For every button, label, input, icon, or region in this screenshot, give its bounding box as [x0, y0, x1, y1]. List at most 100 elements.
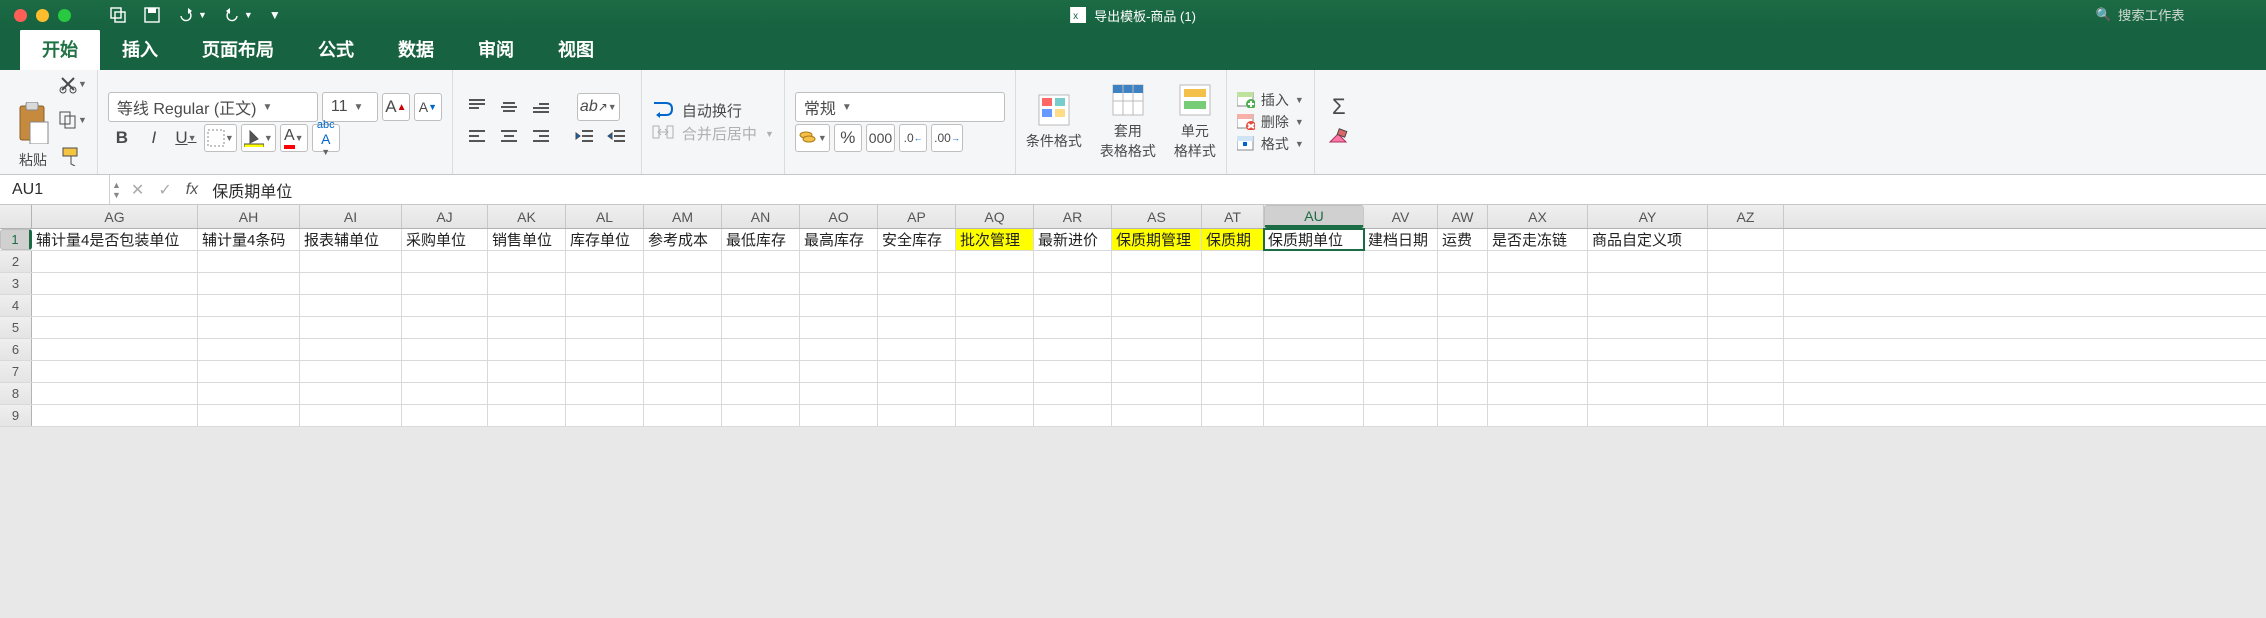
- cell-AL2[interactable]: [566, 251, 644, 272]
- column-header-AJ[interactable]: AJ: [402, 205, 488, 228]
- cell-AR2[interactable]: [1034, 251, 1112, 272]
- cell-AV9[interactable]: [1364, 405, 1438, 426]
- column-header-AX[interactable]: AX: [1488, 205, 1588, 228]
- cell-AM1[interactable]: 参考成本: [644, 229, 722, 250]
- cell-AK1[interactable]: 销售单位: [488, 229, 566, 250]
- cell-AV7[interactable]: [1364, 361, 1438, 382]
- cell-AT3[interactable]: [1202, 273, 1264, 294]
- cell-AG7[interactable]: [32, 361, 198, 382]
- align-bottom-button[interactable]: [527, 93, 555, 121]
- column-header-AQ[interactable]: AQ: [956, 205, 1034, 228]
- cell-AY4[interactable]: [1588, 295, 1708, 316]
- cell-AK8[interactable]: [488, 383, 566, 404]
- format-painter-button[interactable]: [58, 142, 87, 170]
- cell-AY1[interactable]: 商品自定义项: [1588, 229, 1708, 250]
- merge-center-button[interactable]: 合并后居中: [682, 123, 757, 144]
- cell-AN8[interactable]: [722, 383, 800, 404]
- cell-AW8[interactable]: [1438, 383, 1488, 404]
- cell-AX8[interactable]: [1488, 383, 1588, 404]
- cell-styles-button[interactable]: 单元 格样式: [1174, 83, 1216, 161]
- cell-AZ7[interactable]: [1708, 361, 1784, 382]
- cell-AM2[interactable]: [644, 251, 722, 272]
- cell-AS8[interactable]: [1112, 383, 1202, 404]
- row-header-5[interactable]: 5: [0, 317, 32, 338]
- cell-AO3[interactable]: [800, 273, 878, 294]
- cell-AN9[interactable]: [722, 405, 800, 426]
- cell-AH1[interactable]: 辅计量4条码: [198, 229, 300, 250]
- cell-AT6[interactable]: [1202, 339, 1264, 360]
- cell-AR9[interactable]: [1034, 405, 1112, 426]
- cell-AS2[interactable]: [1112, 251, 1202, 272]
- row-header-3[interactable]: 3: [0, 273, 32, 294]
- cell-AG3[interactable]: [32, 273, 198, 294]
- cell-AW5[interactable]: [1438, 317, 1488, 338]
- column-header-AS[interactable]: AS: [1112, 205, 1202, 228]
- cell-AU3[interactable]: [1264, 273, 1364, 294]
- cell-AJ1[interactable]: 采购单位: [402, 229, 488, 250]
- cell-AJ8[interactable]: [402, 383, 488, 404]
- cell-AO2[interactable]: [800, 251, 878, 272]
- cell-AU6[interactable]: [1264, 339, 1364, 360]
- cell-AH8[interactable]: [198, 383, 300, 404]
- select-all-cell[interactable]: [0, 205, 32, 228]
- cell-AR7[interactable]: [1034, 361, 1112, 382]
- close-window-button[interactable]: [14, 9, 27, 22]
- wrap-text-button[interactable]: 自动换行: [682, 100, 742, 121]
- align-top-button[interactable]: [463, 93, 491, 121]
- cell-AQ1[interactable]: 批次管理: [956, 229, 1034, 250]
- align-right-button[interactable]: [527, 123, 555, 151]
- cell-AL4[interactable]: [566, 295, 644, 316]
- font-name-combo[interactable]: 等线 Regular (正文)▼: [108, 92, 318, 122]
- cell-AQ7[interactable]: [956, 361, 1034, 382]
- column-header-AW[interactable]: AW: [1438, 205, 1488, 228]
- column-header-AK[interactable]: AK: [488, 205, 566, 228]
- cell-AO9[interactable]: [800, 405, 878, 426]
- copy-button[interactable]: ▼: [58, 106, 87, 134]
- cell-AX5[interactable]: [1488, 317, 1588, 338]
- cell-AR3[interactable]: [1034, 273, 1112, 294]
- tab-审阅[interactable]: 审阅: [456, 28, 536, 70]
- cell-AU2[interactable]: [1264, 251, 1364, 272]
- insert-cells-button[interactable]: 插入▼: [1237, 90, 1304, 110]
- cell-AW6[interactable]: [1438, 339, 1488, 360]
- cell-AH5[interactable]: [198, 317, 300, 338]
- cell-AN5[interactable]: [722, 317, 800, 338]
- cell-AP3[interactable]: [878, 273, 956, 294]
- cell-AS4[interactable]: [1112, 295, 1202, 316]
- cell-AR1[interactable]: 最新进价: [1034, 229, 1112, 250]
- cell-AH9[interactable]: [198, 405, 300, 426]
- cell-AT1[interactable]: 保质期: [1202, 229, 1264, 250]
- cell-AP4[interactable]: [878, 295, 956, 316]
- cell-AI4[interactable]: [300, 295, 402, 316]
- cell-AS5[interactable]: [1112, 317, 1202, 338]
- cell-AN1[interactable]: 最低库存: [722, 229, 800, 250]
- decrease-font-button[interactable]: A▼: [414, 93, 442, 121]
- cell-AY6[interactable]: [1588, 339, 1708, 360]
- paste-label[interactable]: 粘贴: [19, 150, 47, 170]
- decrease-decimals-button[interactable]: .00→: [931, 124, 963, 152]
- cell-AK5[interactable]: [488, 317, 566, 338]
- cell-AG6[interactable]: [32, 339, 198, 360]
- cell-AR8[interactable]: [1034, 383, 1112, 404]
- font-size-combo[interactable]: 11▼: [322, 92, 378, 122]
- cell-AO1[interactable]: 最高库存: [800, 229, 878, 250]
- cell-AY7[interactable]: [1588, 361, 1708, 382]
- cell-AL6[interactable]: [566, 339, 644, 360]
- cell-AM8[interactable]: [644, 383, 722, 404]
- cell-AS6[interactable]: [1112, 339, 1202, 360]
- cell-AU5[interactable]: [1264, 317, 1364, 338]
- maximize-window-button[interactable]: [58, 9, 71, 22]
- cell-AO6[interactable]: [800, 339, 878, 360]
- increase-decimals-button[interactable]: .0←: [899, 124, 927, 152]
- row-header-9[interactable]: 9: [0, 405, 32, 426]
- cell-AH4[interactable]: [198, 295, 300, 316]
- cell-AJ5[interactable]: [402, 317, 488, 338]
- cell-AH3[interactable]: [198, 273, 300, 294]
- cell-AP9[interactable]: [878, 405, 956, 426]
- cell-AS9[interactable]: [1112, 405, 1202, 426]
- column-header-AL[interactable]: AL: [566, 205, 644, 228]
- cell-AV2[interactable]: [1364, 251, 1438, 272]
- cell-AT5[interactable]: [1202, 317, 1264, 338]
- cell-AW2[interactable]: [1438, 251, 1488, 272]
- cell-AQ9[interactable]: [956, 405, 1034, 426]
